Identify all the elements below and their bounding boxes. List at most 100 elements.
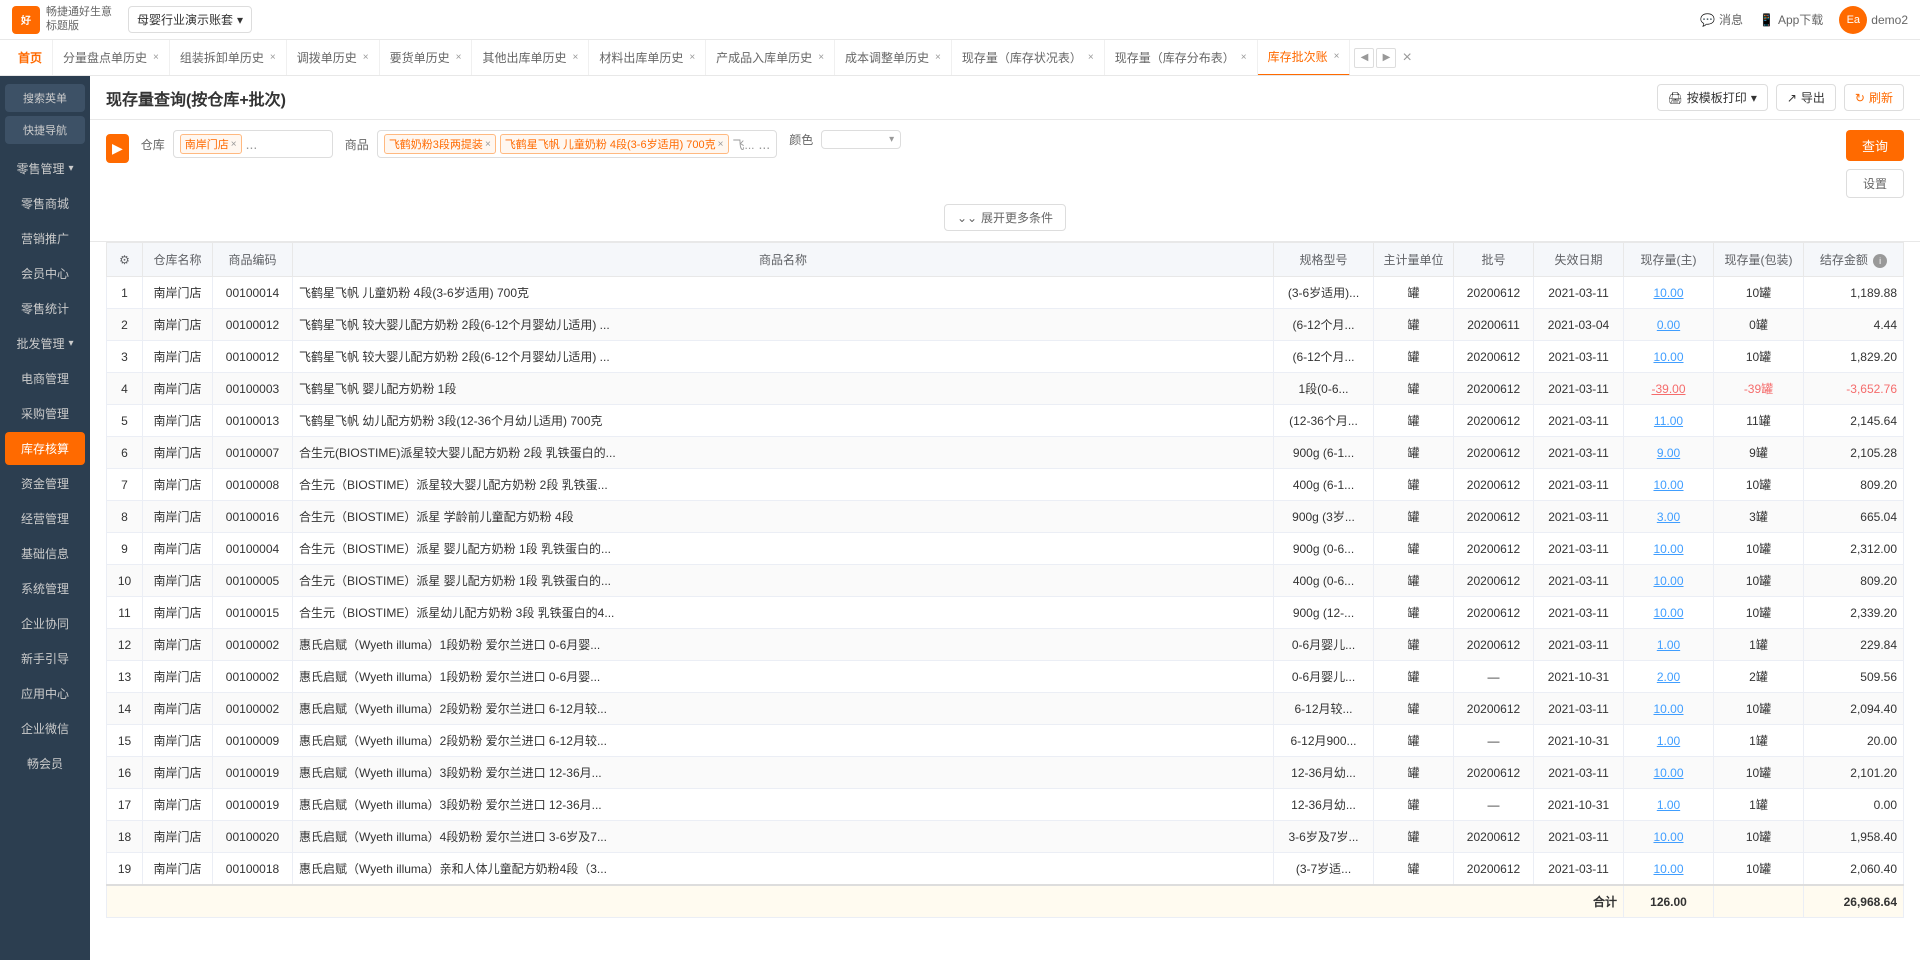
color-filter[interactable]: ▾ — [821, 130, 901, 149]
cell-stock-main[interactable]: 10.00 — [1624, 597, 1714, 629]
tab-chanpin[interactable]: 产成品入库单历史 × — [706, 40, 835, 76]
sidebar-item-basic-info[interactable]: 基础信息 — [5, 537, 85, 570]
cell-stock-main[interactable]: 10.00 — [1624, 277, 1714, 309]
close-icon[interactable]: × — [153, 52, 159, 63]
close-icon[interactable]: × — [1088, 52, 1094, 63]
cell-expire: 2021-10-31 — [1534, 661, 1624, 693]
cell-stock-main[interactable]: 10.00 — [1624, 821, 1714, 853]
set-btn[interactable]: 设置 — [1846, 169, 1904, 198]
tab-chengben[interactable]: 成本调整单历史 × — [835, 40, 952, 76]
cell-stock-main[interactable]: 10.00 — [1624, 469, 1714, 501]
tab-xiancun1[interactable]: 现存量（库存状况表） × — [952, 40, 1105, 76]
close-icon[interactable]: × — [1334, 51, 1340, 62]
tab-fenliang[interactable]: 分量盘点单历史 × — [53, 40, 170, 76]
cell-balance: 2,094.40 — [1804, 693, 1904, 725]
cell-stock-main[interactable]: 1.00 — [1624, 629, 1714, 661]
cell-stock-main[interactable]: 1.00 — [1624, 789, 1714, 821]
nav-prev-arrow[interactable]: ◀ — [1354, 48, 1374, 68]
cell-balance: 4.44 — [1804, 309, 1904, 341]
close-icon[interactable]: × — [1241, 52, 1247, 63]
sidebar-item-member-club[interactable]: 畅会员 — [5, 747, 85, 780]
close-icon[interactable]: × — [935, 52, 941, 63]
cell-expire: 2021-03-11 — [1534, 469, 1624, 501]
sidebar-item-guide[interactable]: 新手引导 — [5, 642, 85, 675]
cell-stock-main[interactable]: 10.00 — [1624, 341, 1714, 373]
sidebar-quick-nav[interactable]: 快捷导航 — [5, 116, 85, 144]
tab-xiancun2[interactable]: 现存量（库存分布表） × — [1105, 40, 1258, 76]
cell-expire: 2021-10-31 — [1534, 789, 1624, 821]
nav-next-arrow[interactable]: ▶ — [1376, 48, 1396, 68]
chevron-down-icon: ▾ — [68, 338, 73, 349]
template-print-btn[interactable]: 🖨 按模板打印 ▾ — [1657, 84, 1768, 111]
cell-stock-main[interactable]: 10.00 — [1624, 533, 1714, 565]
cell-stock-pkg: 10罐 — [1714, 693, 1804, 725]
close-icon[interactable]: × — [818, 52, 824, 63]
account-selector[interactable]: 母婴行业演示账套 ▾ — [128, 6, 252, 33]
tab-home[interactable]: 首页 — [8, 40, 53, 76]
refresh-btn[interactable]: ↻ 刷新 — [1844, 84, 1904, 111]
query-btn[interactable]: 查询 — [1846, 130, 1904, 161]
messages-btn[interactable]: 💬 消息 — [1700, 11, 1743, 28]
setting-icon[interactable]: ⚙ — [119, 253, 130, 267]
cell-unit: 罐 — [1374, 821, 1454, 853]
cell-warehouse: 南岸门店 — [143, 629, 213, 661]
tab-cailiao[interactable]: 材料出库单历史 × — [589, 40, 706, 76]
sidebar-item-ecommerce[interactable]: 电商管理 — [5, 362, 85, 395]
sidebar-item-retail-stats[interactable]: 零售统计 — [5, 292, 85, 325]
cell-stock-main[interactable]: 0.00 — [1624, 309, 1714, 341]
app-download-btn[interactable]: 📱 App下载 — [1759, 11, 1823, 28]
sidebar-item-wechat[interactable]: 企业微信 — [5, 712, 85, 745]
col-setting[interactable]: ⚙ — [107, 243, 143, 277]
tag-close-icon[interactable]: × — [485, 139, 491, 150]
cell-stock-main[interactable]: 9.00 — [1624, 437, 1714, 469]
table-container[interactable]: ⚙ 仓库名称 商品编码 商品名称 规格型号 主计量单位 批号 失效日期 现存量(… — [90, 242, 1920, 960]
cell-stock-main[interactable]: 11.00 — [1624, 405, 1714, 437]
cell-stock-main[interactable]: 1.00 — [1624, 725, 1714, 757]
sidebar-item-enterprise[interactable]: 企业协同 — [5, 607, 85, 640]
user-profile[interactable]: Ea demo2 — [1839, 6, 1908, 34]
sidebar-item-system[interactable]: 系统管理 — [5, 572, 85, 605]
close-icon[interactable]: × — [363, 52, 369, 63]
sidebar-item-purchase[interactable]: 采购管理 — [5, 397, 85, 430]
warehouse-filter[interactable]: 南岸门店 × ... — [173, 130, 333, 158]
sidebar-item-operations[interactable]: 经营管理 — [5, 502, 85, 535]
close-icon[interactable]: × — [689, 52, 695, 63]
export-btn[interactable]: ↗ 导出 — [1776, 84, 1836, 111]
cell-no: 5 — [107, 405, 143, 437]
more-products-icon[interactable]: ... — [759, 136, 771, 152]
tab-zuhe[interactable]: 组装拆卸单历史 × — [170, 40, 287, 76]
sidebar-search[interactable]: 搜索英单 — [5, 84, 85, 112]
product-filter[interactable]: 飞鹤奶粉3段两提装 × 飞鹤星飞帆 儿童奶粉 4段(3-6岁适用) 700克 ×… — [377, 130, 777, 158]
tab-qita[interactable]: 其他出库单历史 × — [472, 40, 589, 76]
expand-btn[interactable]: ▶ — [106, 134, 129, 163]
cell-expire: 2021-03-11 — [1534, 629, 1624, 661]
tag-close-icon[interactable]: × — [718, 139, 724, 150]
close-icon[interactable]: × — [572, 52, 578, 63]
cell-stock-main[interactable]: 3.00 — [1624, 501, 1714, 533]
sidebar-item-marketing[interactable]: 营销推广 — [5, 222, 85, 255]
cell-name: 惠氏启赋（Wyeth illuma）亲和人体儿童配方奶粉4段（3... — [293, 853, 1274, 886]
tab-yaohuo[interactable]: 要货单历史 × — [380, 40, 473, 76]
tab-diaob[interactable]: 调拨单历史 × — [287, 40, 380, 76]
sidebar-item-app-center[interactable]: 应用中心 — [5, 677, 85, 710]
export-icon: ↗ — [1787, 91, 1797, 105]
tag-close-icon[interactable]: × — [231, 139, 237, 150]
cell-stock-main[interactable]: 10.00 — [1624, 565, 1714, 597]
sidebar-item-retail-mgmt[interactable]: 零售管理 ▾ — [5, 152, 85, 185]
sidebar-item-finance[interactable]: 资金管理 — [5, 467, 85, 500]
info-icon[interactable]: i — [1873, 254, 1887, 268]
close-icon[interactable]: × — [456, 52, 462, 63]
sidebar-item-members[interactable]: 会员中心 — [5, 257, 85, 290]
sidebar-item-wholesale[interactable]: 批发管理 ▾ — [5, 327, 85, 360]
sidebar-item-inventory[interactable]: 库存核算 — [5, 432, 85, 465]
sidebar-item-retail-mall[interactable]: 零售商城 — [5, 187, 85, 220]
cell-stock-main[interactable]: 2.00 — [1624, 661, 1714, 693]
close-all-tabs[interactable]: × — [1396, 49, 1417, 67]
cell-stock-main[interactable]: 10.00 — [1624, 853, 1714, 886]
cell-stock-main[interactable]: 10.00 — [1624, 693, 1714, 725]
expand-more-btn[interactable]: ⌄⌄ 展开更多条件 — [944, 204, 1066, 231]
close-icon[interactable]: × — [270, 52, 276, 63]
more-filters-icon[interactable]: ... — [246, 136, 258, 152]
cell-stock-main[interactable]: 10.00 — [1624, 757, 1714, 789]
tab-kucun-picci[interactable]: 库存批次账 × — [1258, 40, 1351, 76]
